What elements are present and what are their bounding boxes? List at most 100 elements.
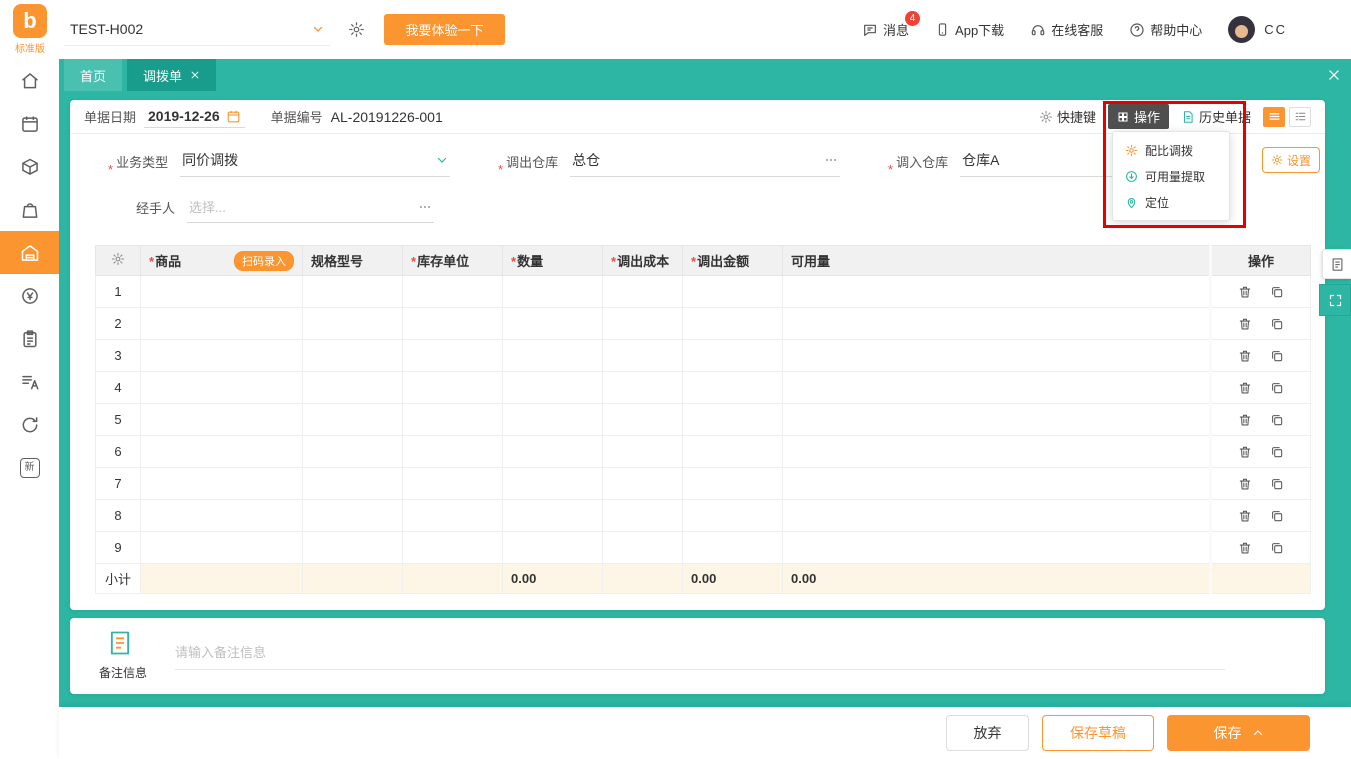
grid-cell[interactable] — [402, 467, 503, 500]
grid-cell[interactable] — [402, 499, 503, 532]
copy-row-icon[interactable] — [1270, 445, 1284, 459]
grid-cell[interactable] — [502, 403, 603, 436]
save-button[interactable]: 保存 — [1167, 715, 1310, 751]
grid-cell[interactable] — [682, 531, 783, 564]
tab-transfer-order[interactable]: 调拨单 — [127, 59, 217, 91]
grid-cell[interactable] — [402, 531, 503, 564]
online-service-item[interactable]: 在线客服 — [1030, 20, 1103, 39]
copy-row-icon[interactable] — [1270, 541, 1284, 555]
grid-cell[interactable] — [782, 499, 1211, 532]
copy-row-icon[interactable] — [1270, 285, 1284, 299]
notes-float-button[interactable] — [1322, 249, 1351, 279]
gear-icon[interactable] — [348, 21, 365, 38]
sidebar-item-home[interactable] — [0, 59, 59, 102]
grid-cell[interactable] — [140, 275, 303, 308]
source-warehouse-select[interactable]: 总仓 — [570, 150, 840, 177]
grid-cell[interactable] — [302, 339, 403, 372]
grid-cell[interactable] — [682, 435, 783, 468]
grid-cell[interactable] — [140, 531, 303, 564]
copy-row-icon[interactable] — [1270, 349, 1284, 363]
grid-cell[interactable] — [782, 467, 1211, 500]
delete-row-icon[interactable] — [1238, 445, 1252, 459]
copy-row-icon[interactable] — [1270, 317, 1284, 331]
grid-cell[interactable] — [402, 371, 503, 404]
grid-cell[interactable] — [782, 531, 1211, 564]
grid-cell[interactable] — [140, 403, 303, 436]
sidebar-item-finance[interactable] — [0, 274, 59, 317]
delete-row-icon[interactable] — [1238, 317, 1252, 331]
delete-row-icon[interactable] — [1238, 381, 1252, 395]
grid-cell[interactable] — [502, 467, 603, 500]
grid-cell[interactable] — [502, 339, 603, 372]
try-now-button[interactable]: 我要体验一下 — [384, 14, 505, 45]
history-orders-button[interactable]: 历史单据 — [1181, 107, 1251, 126]
grid-cell[interactable] — [302, 307, 403, 340]
detail-view-toggle[interactable] — [1289, 106, 1311, 127]
operations-button[interactable]: 操作 — [1107, 104, 1169, 129]
grid-cell[interactable] — [782, 435, 1211, 468]
tab-close-icon[interactable] — [190, 70, 200, 80]
grid-cell[interactable] — [782, 275, 1211, 308]
sidebar-item-warehouse[interactable] — [0, 231, 59, 274]
grid-cell[interactable] — [602, 499, 683, 532]
help-center-item[interactable]: 帮助中心 — [1129, 20, 1202, 39]
grid-cell[interactable] — [782, 307, 1211, 340]
fullscreen-float-button[interactable] — [1319, 284, 1351, 316]
grid-cell[interactable] — [602, 275, 683, 308]
copy-row-icon[interactable] — [1270, 381, 1284, 395]
settings-button[interactable]: 设置 — [1262, 147, 1320, 173]
account-select[interactable]: TEST-H002 — [64, 12, 330, 46]
delete-row-icon[interactable] — [1238, 349, 1252, 363]
grid-cell[interactable] — [602, 371, 683, 404]
menu-item-ratio-transfer[interactable]: 配比调拨 — [1113, 137, 1229, 163]
close-all-tabs-icon[interactable] — [1327, 59, 1341, 91]
messages-item[interactable]: 消息 4 — [862, 11, 921, 39]
delete-row-icon[interactable] — [1238, 285, 1252, 299]
sidebar-item-reports[interactable] — [0, 317, 59, 360]
grid-cell[interactable] — [140, 339, 303, 372]
grid-cell[interactable] — [140, 467, 303, 500]
grid-cell[interactable] — [682, 371, 783, 404]
grid-cell[interactable] — [140, 371, 303, 404]
save-draft-button[interactable]: 保存草稿 — [1042, 715, 1154, 751]
grid-cell[interactable] — [602, 339, 683, 372]
ellipsis-icon[interactable] — [824, 153, 838, 167]
grid-cell[interactable] — [402, 307, 503, 340]
copy-row-icon[interactable] — [1270, 413, 1284, 427]
sidebar-item-purchase[interactable] — [0, 188, 59, 231]
grid-cell[interactable] — [402, 275, 503, 308]
grid-cell[interactable] — [602, 531, 683, 564]
discard-button[interactable]: 放弃 — [946, 715, 1029, 751]
grid-cell[interactable] — [682, 339, 783, 372]
delete-row-icon[interactable] — [1238, 541, 1252, 555]
grid-cell[interactable] — [302, 435, 403, 468]
grid-cell[interactable] — [302, 499, 403, 532]
grid-cell[interactable] — [502, 531, 603, 564]
delete-row-icon[interactable] — [1238, 413, 1252, 427]
grid-cell[interactable] — [402, 435, 503, 468]
grid-cell[interactable] — [602, 307, 683, 340]
delete-row-icon[interactable] — [1238, 477, 1252, 491]
grid-cell[interactable] — [302, 467, 403, 500]
grid-cell[interactable] — [140, 499, 303, 532]
app-download-item[interactable]: App下载 — [935, 20, 1004, 39]
business-type-select[interactable]: 同价调拨 — [180, 150, 450, 177]
grid-cell[interactable] — [302, 531, 403, 564]
grid-cell[interactable] — [302, 403, 403, 436]
grid-cell[interactable] — [682, 499, 783, 532]
grid-cell[interactable] — [140, 307, 303, 340]
grid-cell[interactable] — [502, 435, 603, 468]
grid-cell[interactable] — [782, 371, 1211, 404]
grid-cell[interactable] — [602, 435, 683, 468]
grid-cell[interactable] — [402, 403, 503, 436]
sidebar-item-schedule[interactable] — [0, 102, 59, 145]
grid-cell[interactable] — [682, 467, 783, 500]
grid-cell[interactable] — [782, 403, 1211, 436]
handler-select[interactable]: 选择... — [187, 197, 434, 223]
sidebar-item-sync[interactable] — [0, 403, 59, 446]
grid-cell[interactable] — [682, 275, 783, 308]
menu-item-locate[interactable]: 定位 — [1113, 189, 1229, 215]
grid-cell[interactable] — [302, 275, 403, 308]
grid-cell[interactable] — [602, 467, 683, 500]
sidebar-item-new[interactable]: 新 — [0, 446, 59, 489]
